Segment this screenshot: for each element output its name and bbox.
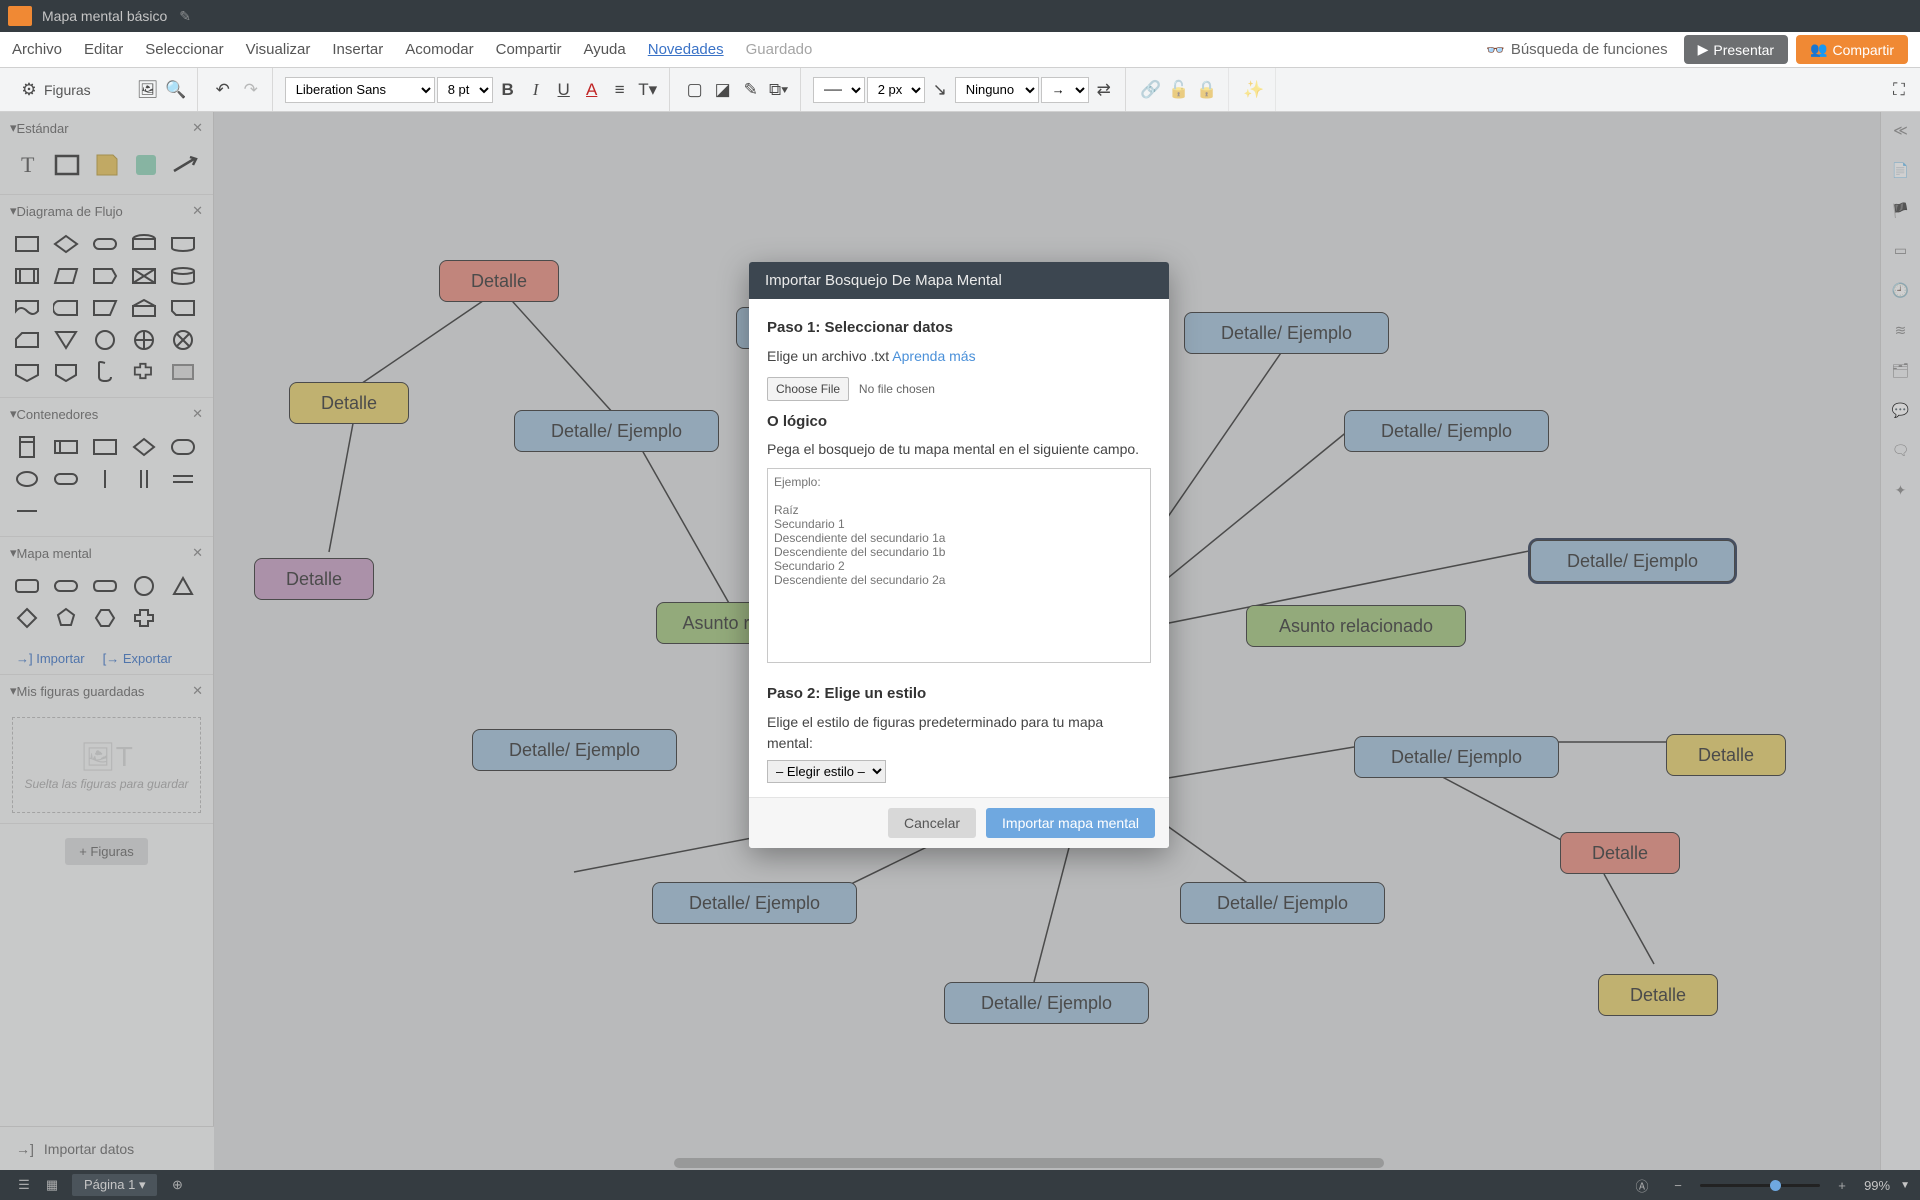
share-button[interactable]: 👥 Compartir [1796, 35, 1908, 64]
no-file-label: No file chosen [859, 382, 935, 396]
redo-icon[interactable]: ↷ [238, 77, 264, 103]
line-width-select[interactable]: 2 px [867, 77, 925, 103]
import-button[interactable]: Importar mapa mental [986, 808, 1155, 838]
grid-view-icon[interactable]: ▦ [38, 1174, 66, 1196]
fontsize-select[interactable]: 8 pt [437, 77, 493, 103]
zoom-out-icon[interactable]: − [1664, 1174, 1692, 1196]
toolbar: ⚙ Figuras 🖼 🔍 ↶ ↷ Liberation Sans 8 pt B… [0, 68, 1920, 112]
zoom-slider[interactable] [1700, 1184, 1820, 1187]
line-curve-icon[interactable]: ↘ [927, 77, 953, 103]
menu-visualizar[interactable]: Visualizar [246, 41, 311, 58]
page-tab[interactable]: Página 1 ▾ [72, 1174, 157, 1196]
image-icon[interactable]: 🖼 [135, 77, 161, 103]
edit-title-icon[interactable]: ✎ [179, 8, 191, 25]
menu-ayuda[interactable]: Ayuda [583, 41, 625, 58]
import-mindmap-dialog: Importar Bosquejo De Mapa Mental Paso 1:… [749, 262, 1169, 848]
bottom-bar: ☰ ▦ Página 1 ▾ ⊕ Ⓐ − + 99% ▼ [0, 1170, 1920, 1200]
shapes-toggle-icon[interactable]: ⚙ [16, 77, 42, 103]
dialog-paste-hint: Pega el bosquejo de tu mapa mental en el… [767, 439, 1151, 460]
cancel-button[interactable]: Cancelar [888, 808, 976, 838]
link-icon[interactable]: 🔗 [1138, 77, 1164, 103]
zoom-level[interactable]: 99% [1864, 1178, 1890, 1193]
menu-archivo[interactable]: Archivo [12, 41, 62, 58]
dialog-or: O lógico [767, 411, 1151, 434]
shapes-toggle-label[interactable]: Figuras [44, 82, 91, 98]
share-label: Compartir [1833, 42, 1894, 58]
dialog-choose-text: Elige un archivo .txt [767, 348, 892, 364]
saved-status: Guardado [746, 41, 813, 58]
text-options-icon[interactable]: T▾ [635, 77, 661, 103]
border-color-icon[interactable]: ✎ [738, 77, 764, 103]
lock-icon[interactable]: 🔓 [1166, 77, 1192, 103]
zoom-thumb[interactable] [1770, 1180, 1781, 1191]
autosave-icon[interactable]: Ⓐ [1628, 1174, 1656, 1196]
folder-icon[interactable] [8, 6, 32, 26]
zoom-in-icon[interactable]: + [1828, 1174, 1856, 1196]
main-area: ▾ Estándar✕ T ▾ Diagrama de Flujo✕ [0, 112, 1920, 1170]
function-search-label: Búsqueda de funciones [1511, 41, 1668, 58]
style-select[interactable]: – Elegir estilo – [767, 760, 886, 783]
menu-compartir[interactable]: Compartir [496, 41, 562, 58]
bold-icon[interactable]: B [495, 77, 521, 103]
font-select[interactable]: Liberation Sans [285, 77, 435, 103]
choose-file-button[interactable]: Choose File [767, 377, 849, 401]
line-style-select[interactable]: ── [813, 77, 865, 103]
menu-novedades[interactable]: Novedades [648, 41, 724, 58]
list-view-icon[interactable]: ☰ [10, 1174, 38, 1196]
binoculars-icon: 👓 [1486, 41, 1505, 59]
fill-color-icon[interactable]: ◪ [710, 77, 736, 103]
add-page-icon[interactable]: ⊕ [163, 1174, 191, 1196]
present-label: Presentar [1713, 42, 1774, 58]
present-button[interactable]: ▶ Presentar [1684, 35, 1788, 64]
align-icon[interactable]: ≡ [607, 77, 633, 103]
padlock-icon[interactable]: 🔒 [1194, 77, 1220, 103]
text-color-icon[interactable]: A [579, 77, 605, 103]
titlebar: Mapa mental básico ✎ [0, 0, 1920, 32]
underline-icon[interactable]: U [551, 77, 577, 103]
fill-none-icon[interactable]: ▢ [682, 77, 708, 103]
menu-editar[interactable]: Editar [84, 41, 123, 58]
shape-options-icon[interactable]: ⧉▾ [766, 77, 792, 103]
document-title[interactable]: Mapa mental básico [42, 8, 167, 24]
dialog-title: Importar Bosquejo De Mapa Mental [749, 262, 1169, 299]
arrow-start-select[interactable]: Ninguno [955, 77, 1039, 103]
menu-seleccionar[interactable]: Seleccionar [145, 41, 223, 58]
zoom-dropdown-icon[interactable]: ▼ [1900, 1180, 1910, 1191]
search-icon[interactable]: 🔍 [163, 77, 189, 103]
menu-acomodar[interactable]: Acomodar [405, 41, 473, 58]
function-search[interactable]: 👓 Búsqueda de funciones [1486, 41, 1667, 59]
fullscreen-icon[interactable]: ⛶ [1886, 77, 1912, 103]
undo-icon[interactable]: ↶ [210, 77, 236, 103]
dialog-style-hint: Elige el estilo de figuras predeterminad… [767, 712, 1151, 754]
learn-more-link[interactable]: Aprenda más [892, 348, 975, 364]
arrow-end-select[interactable]: → [1041, 77, 1089, 103]
magic-icon[interactable]: ✨ [1241, 77, 1267, 103]
dialog-step2: Paso 2: Elige un estilo [767, 683, 1151, 706]
dialog-step1: Paso 1: Seleccionar datos [767, 317, 1151, 340]
outline-textarea[interactable] [767, 468, 1151, 663]
swap-arrows-icon[interactable]: ⇄ [1091, 77, 1117, 103]
italic-icon[interactable]: I [523, 77, 549, 103]
menu-insertar[interactable]: Insertar [332, 41, 383, 58]
menubar: Archivo Editar Seleccionar Visualizar In… [0, 32, 1920, 68]
